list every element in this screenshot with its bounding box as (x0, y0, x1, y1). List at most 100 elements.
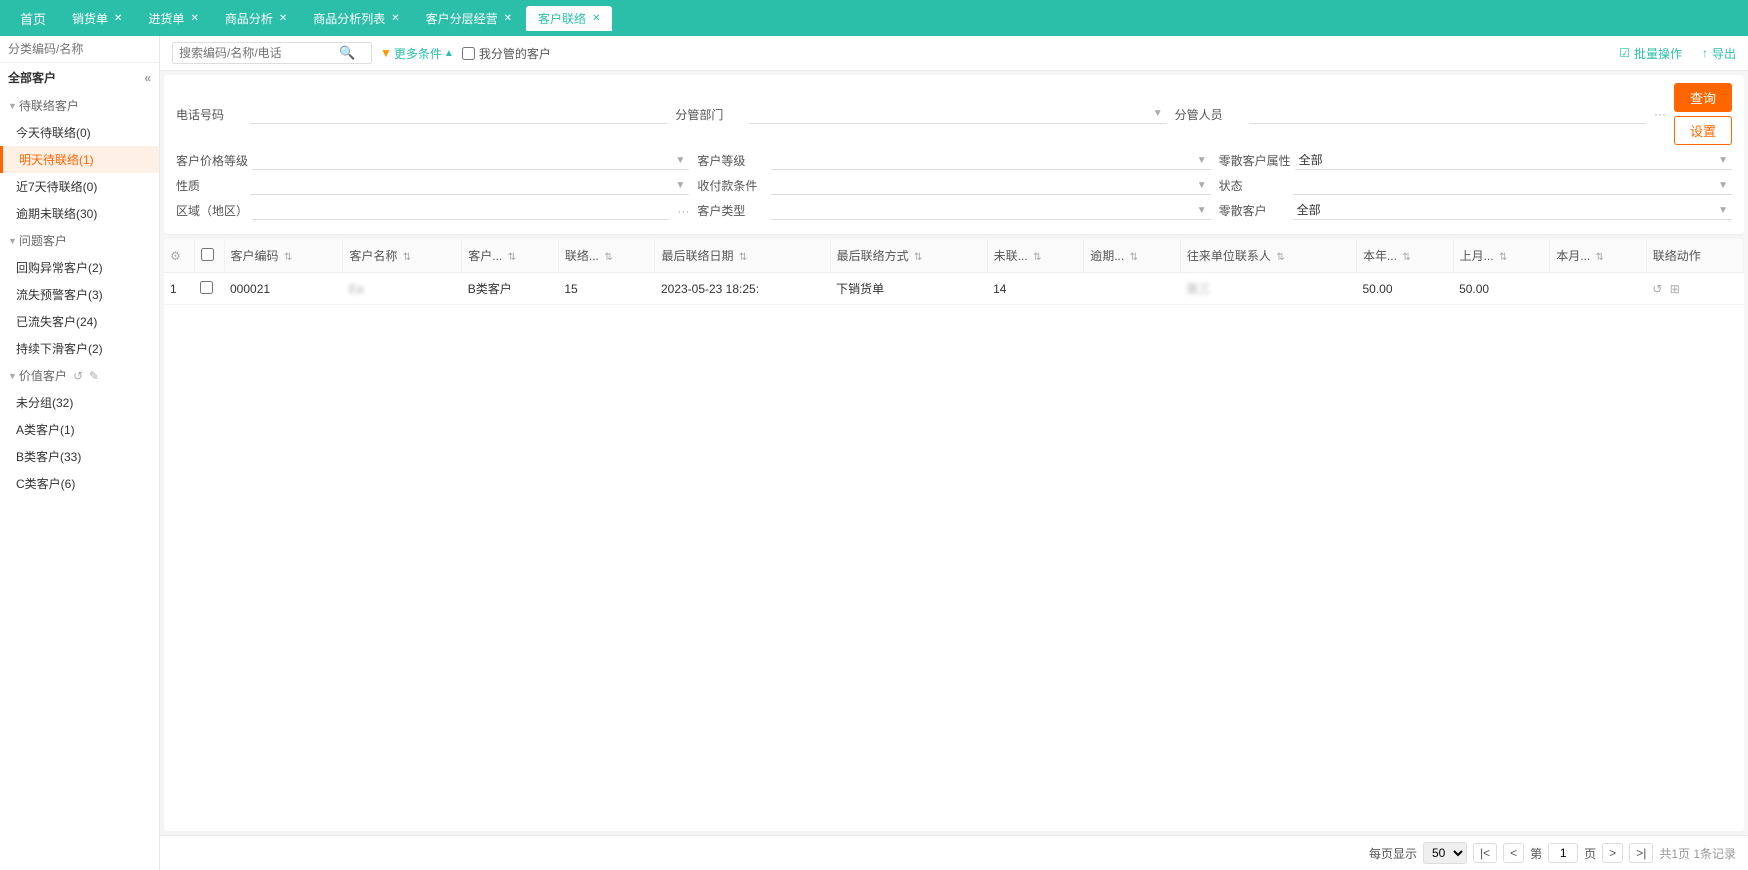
next-page-btn[interactable]: > (1602, 843, 1623, 863)
query-button[interactable]: 查询 (1674, 83, 1732, 112)
b-class-item[interactable]: B类客户(33) (0, 443, 159, 470)
batch-ops-btn[interactable]: ☑ 批量操作 (1619, 45, 1682, 62)
close-tab-1[interactable]: ✕ (190, 13, 198, 24)
today-contact-item[interactable]: 今天待联络(0) (0, 119, 159, 146)
gear-icon[interactable]: ⚙ (170, 249, 181, 263)
close-tab-0[interactable]: ✕ (114, 13, 122, 24)
nav-tab-5[interactable]: 客户联络 ✕ (526, 6, 612, 31)
th-this-month[interactable]: 本月... ⇅ (1550, 239, 1647, 273)
retail-attr-select[interactable]: 全部 (1295, 151, 1732, 169)
area-ellipsis[interactable]: ··· (677, 204, 689, 218)
area-input[interactable] (252, 201, 669, 220)
retail-attr-select-wrap: 全部 ▼ (1295, 151, 1732, 170)
row-checkbox[interactable] (200, 281, 213, 294)
page-size-select[interactable]: 50 (1423, 842, 1467, 864)
c-class-item[interactable]: C类客户(6) (0, 470, 159, 497)
filter-panel: 电话号码 分管部门 ▼ 分管人员 ··· 查询 设置 (164, 75, 1744, 235)
loss-risk-item[interactable]: 流失预警客户(3) (0, 281, 159, 308)
close-tab-5[interactable]: ✕ (592, 13, 600, 24)
all-customers-header[interactable]: 全部客户 « (0, 63, 159, 92)
nav-tab-4[interactable]: 客户分层经营 ✕ (414, 6, 524, 31)
prev-page-btn[interactable]: < (1503, 843, 1524, 863)
overdue-contact-item[interactable]: 逾期未联络(30) (0, 200, 159, 227)
continuous-down-item[interactable]: 持续下滑客户(2) (0, 335, 159, 362)
main-search-input[interactable] (179, 46, 339, 60)
manager-ellipsis[interactable]: ··· (1654, 107, 1666, 121)
pending-contact-group[interactable]: ▼ 待联络客户 (0, 92, 159, 119)
th-uncontacted[interactable]: 未联... ⇅ (987, 239, 1084, 273)
close-tab-2[interactable]: ✕ (279, 13, 287, 24)
row-action-icon-2[interactable]: ⊞ (1670, 282, 1680, 296)
nav-tab-0[interactable]: 销货单 ✕ (60, 6, 134, 31)
dept-select-wrap: ▼ (749, 105, 1166, 124)
payment-select[interactable] (771, 176, 1210, 194)
already-lost-item[interactable]: 已流失客户(24) (0, 308, 159, 335)
all-customers-label: 全部客户 (8, 69, 56, 86)
nav-tab-3[interactable]: 商品分析列表 ✕ (301, 6, 411, 31)
th-contact-person[interactable]: 往来单位联系人 ⇅ (1180, 239, 1356, 273)
my-customers-checkbox[interactable] (462, 47, 475, 60)
th-last-contact-date[interactable]: 最后联络日期 ⇅ (655, 239, 830, 273)
page-unit: 页 (1584, 845, 1596, 862)
customer-level-select-wrap: ▼ (771, 151, 1210, 170)
sort-icon-10: ⇅ (1499, 252, 1507, 263)
td-checkbox (194, 273, 224, 305)
close-tab-4[interactable]: ✕ (504, 13, 512, 24)
th-overdue[interactable]: 逾期... ⇅ (1084, 239, 1181, 273)
problem-customers-group[interactable]: ▼ 问题客户 (0, 227, 159, 254)
customer-level-select[interactable] (771, 151, 1210, 169)
close-tab-3[interactable]: ✕ (391, 13, 399, 24)
filter-row-2: 客户价格等级 ▼ 客户等级 ▼ 零散客户属性 (176, 151, 1732, 170)
refresh-icon[interactable]: ↺ (73, 369, 83, 383)
last-page-btn[interactable]: >| (1629, 843, 1653, 863)
last-method-link[interactable]: 下销货单 (836, 282, 884, 296)
th-this-year[interactable]: 本年... ⇅ (1356, 239, 1453, 273)
retail-select-wrap: 全部 ▼ (1293, 201, 1732, 220)
th-customer-name[interactable]: 客户名称 ⇅ (343, 239, 462, 273)
more-conditions-btn[interactable]: ▼ 更多条件 ▲ (380, 45, 454, 62)
near7-contact-item[interactable]: 近7天待联络(0) (0, 173, 159, 200)
th-customer-type[interactable]: 客户... ⇅ (462, 239, 559, 273)
row-action-icon-1[interactable]: ↺ (1652, 282, 1662, 296)
sidebar-search-input[interactable] (8, 42, 160, 56)
my-customers-checkbox-wrap[interactable]: 我分管的客户 (462, 45, 551, 62)
value-customers-group[interactable]: ▼ 价值客户 ↺ ✎ (0, 362, 159, 389)
phone-input[interactable] (250, 105, 667, 124)
th-last-contact-method[interactable]: 最后联络方式 ⇅ (830, 239, 987, 273)
customer-type-filter: 客户类型 ▼ (697, 201, 1210, 220)
sort-icon-8: ⇅ (1276, 252, 1284, 263)
price-level-select[interactable] (252, 151, 689, 169)
sort-icon-11: ⇅ (1596, 252, 1604, 263)
first-page-btn[interactable]: |< (1473, 843, 1497, 863)
th-customer-code[interactable]: 客户编码 ⇅ (224, 239, 343, 273)
sort-icon-7: ⇅ (1130, 252, 1138, 263)
select-all-checkbox[interactable] (201, 248, 214, 261)
dept-select[interactable] (749, 105, 1166, 123)
nav-tab-2[interactable]: 商品分析 ✕ (213, 6, 299, 31)
repeat-abnormal-item[interactable]: 回购异常客户(2) (0, 254, 159, 281)
gender-select[interactable] (250, 176, 689, 194)
tomorrow-contact-item[interactable]: 明天待联络(1) (0, 146, 159, 173)
th-contact-count[interactable]: 联络... ⇅ (558, 239, 655, 273)
retail-select[interactable]: 全部 (1293, 201, 1732, 219)
triangle-icon-2: ▼ (8, 236, 17, 246)
phone-label: 电话号码 (176, 106, 246, 123)
area-filter: 区域（地区） ··· (176, 201, 689, 220)
filter-row-1: 电话号码 分管部门 ▼ 分管人员 ··· 查询 设置 (176, 83, 1732, 145)
setting-button[interactable]: 设置 (1674, 116, 1732, 145)
payment-select-wrap: ▼ (771, 176, 1210, 195)
a-class-item[interactable]: A类客户(1) (0, 416, 159, 443)
th-last-month[interactable]: 上月... ⇅ (1453, 239, 1550, 273)
customer-type-select[interactable] (771, 201, 1210, 219)
status-select[interactable] (1293, 176, 1732, 194)
export-btn[interactable]: ↑ 导出 (1702, 45, 1736, 62)
main-layout: 🔍 全部客户 « ▼ 待联络客户 今天待联络(0) 明天待联络(1) 近7天待联… (0, 36, 1748, 870)
retail-attr-filter: 零散客户属性 全部 ▼ (1219, 151, 1732, 170)
page-number-input[interactable] (1548, 843, 1578, 863)
main-search-icon[interactable]: 🔍 (339, 45, 355, 61)
ungrouped-item[interactable]: 未分组(32) (0, 389, 159, 416)
nav-tab-1[interactable]: 进货单 ✕ (136, 6, 210, 31)
manager-input[interactable] (1249, 105, 1646, 124)
edit-icon[interactable]: ✎ (89, 369, 99, 383)
nav-home[interactable]: 首页 (8, 5, 58, 32)
